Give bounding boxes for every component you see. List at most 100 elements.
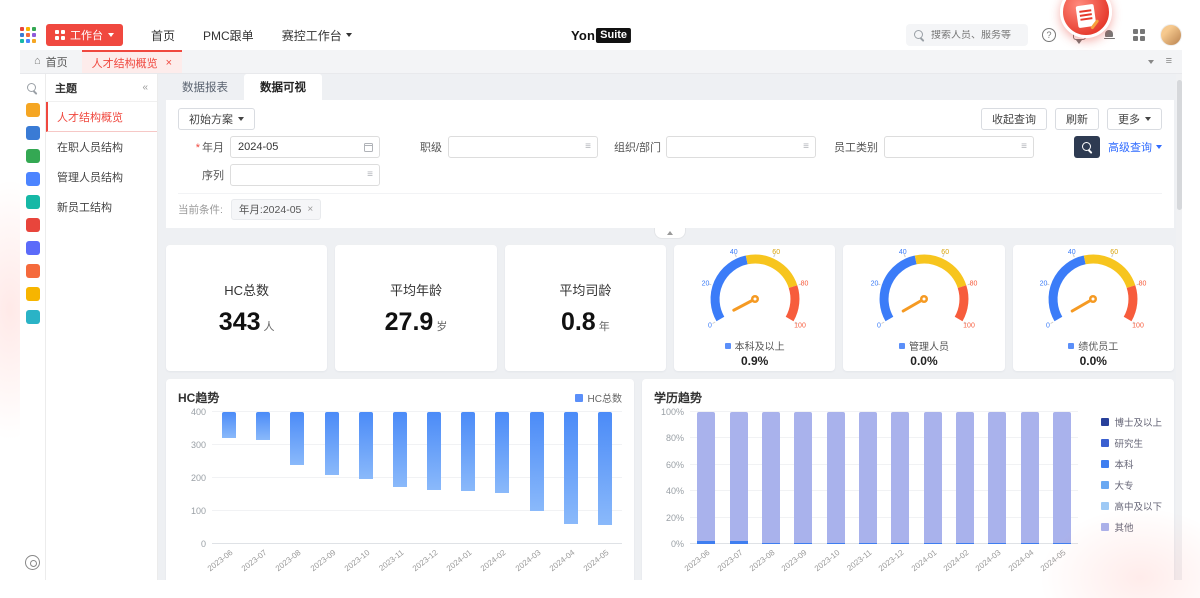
year-month-value: 2024-05: [238, 141, 279, 153]
nav-item[interactable]: PMC跟单: [203, 27, 254, 44]
sidebar-item[interactable]: 管理人员结构: [46, 162, 157, 192]
rail-app-icon-3[interactable]: [25, 149, 40, 163]
legend-item[interactable]: 本科: [1101, 457, 1162, 471]
scheme-button-label: 初始方案: [189, 114, 233, 126]
workspace-button-label: 工作台: [70, 30, 103, 42]
workspace-button[interactable]: 工作台: [46, 24, 123, 46]
refresh-button[interactable]: 刷新: [1055, 108, 1099, 130]
rank-select[interactable]: ≡: [448, 136, 598, 158]
legend-label: 博士及以上: [1114, 418, 1162, 429]
svg-text:100: 100: [1132, 323, 1144, 330]
scheme-button[interactable]: 初始方案: [178, 108, 255, 130]
rail-app-icon-6[interactable]: [25, 218, 40, 232]
rail-app-icon-10[interactable]: [25, 310, 40, 324]
logo-text-yon: Yon: [570, 27, 596, 43]
svg-text:40: 40: [899, 249, 907, 256]
education-bar-segment: [923, 543, 942, 544]
y-axis-tick: 100%: [660, 407, 684, 417]
legend-item[interactable]: 研究生: [1101, 436, 1162, 450]
list-icon: ≡: [367, 169, 373, 180]
content-tab[interactable]: 数据可视: [244, 74, 322, 100]
svg-text:20: 20: [1040, 280, 1048, 287]
tab-menu-icon[interactable]: ≡: [1166, 56, 1172, 67]
app-launcher-icon[interactable]: [20, 27, 36, 43]
hc-trend-legend[interactable]: HC总数: [574, 390, 622, 405]
workspace-grid-icon: [55, 30, 65, 40]
scrollbar-thumb[interactable]: [1176, 80, 1182, 210]
query-search-button[interactable]: [1074, 136, 1100, 158]
sequence-label: 序列: [202, 170, 224, 182]
apps-grid-icon: [1133, 29, 1145, 41]
gridline: [212, 510, 622, 511]
chevron-down-icon: [238, 117, 244, 121]
rail-app-icon-2[interactable]: [25, 126, 40, 140]
avatar[interactable]: [1160, 24, 1182, 46]
legend-item[interactable]: 博士及以上: [1101, 415, 1162, 429]
gauge-value: 0.0%: [1079, 354, 1107, 368]
education-bar-segment: [729, 540, 748, 544]
sidebar-items: 人才结构概览 在职人员结构 管理人员结构 新员工结构: [46, 102, 157, 222]
global-search-input[interactable]: [931, 29, 1020, 41]
global-search[interactable]: [906, 24, 1028, 46]
emp-type-select[interactable]: ≡: [884, 136, 1034, 158]
org-select[interactable]: ≡: [666, 136, 816, 158]
filter-year-month: 年月 2024-05: [178, 136, 396, 158]
education-trend-card: 学历趋势 0% 20% 40% 60% 80% 100% 2023-06 2023-07 202…: [642, 379, 1174, 580]
close-icon[interactable]: ×: [166, 57, 172, 69]
more-button[interactable]: 更多: [1107, 108, 1162, 130]
x-axis-tick: 2024-01: [909, 548, 939, 574]
stat-card: HC总数 343 人: [166, 245, 328, 371]
collapse-query-label: 收起查询: [992, 114, 1036, 126]
legend-label: HC总数: [587, 394, 622, 405]
stat-card: 平均司龄 0.8 年: [504, 245, 666, 371]
nav-item[interactable]: 首页: [151, 27, 175, 44]
nav-item-label: 首页: [151, 28, 176, 43]
toolbar-right: 收起查询 刷新 更多: [981, 108, 1162, 130]
x-axis-tick: 2024-03: [974, 548, 1003, 574]
stat-unit: 岁: [436, 320, 448, 333]
year-month-input[interactable]: 2024-05: [230, 136, 380, 158]
legend-item[interactable]: 大专: [1101, 478, 1162, 492]
help-button[interactable]: ?: [1040, 26, 1058, 44]
filter-sequence: 序列 ≡: [178, 164, 396, 186]
rail-search-icon[interactable]: [27, 83, 38, 94]
tab-collapse-icon[interactable]: [1147, 59, 1154, 64]
legend-item[interactable]: 高中及以下: [1101, 499, 1162, 513]
nav-item[interactable]: 赛控工作台: [282, 27, 352, 44]
advanced-query-link[interactable]: 高级查询: [1108, 139, 1162, 155]
sidebar-item[interactable]: 新员工结构: [46, 192, 157, 222]
rail-app-icon-8[interactable]: [25, 264, 40, 278]
rail-app-icon-5[interactable]: [25, 195, 40, 209]
condition-chip-label: 年月:2024-05: [238, 204, 302, 216]
sequence-select[interactable]: ≡: [230, 164, 380, 186]
x-axis-tick: 2023-08: [274, 548, 303, 574]
y-axis-tick: 200: [190, 473, 206, 483]
panel-collapse-button[interactable]: [654, 228, 686, 239]
legend-item[interactable]: 其他: [1101, 520, 1162, 534]
collapse-query-button[interactable]: 收起查询: [981, 108, 1047, 130]
gear-icon[interactable]: [25, 555, 40, 570]
gauge-value: 0.0%: [910, 354, 938, 368]
education-bar-segment: [697, 540, 716, 544]
sidebar-item[interactable]: 人才结构概览: [46, 102, 157, 132]
rail-app-icon-1[interactable]: [25, 103, 40, 117]
y-axis-tick: 400: [190, 407, 206, 417]
education-bar-segment: [1020, 543, 1039, 544]
rail-app-icon-7[interactable]: [25, 241, 40, 255]
legend-swatch: [1101, 460, 1110, 468]
education-bar-segment: [1020, 412, 1039, 544]
apps-button[interactable]: [1130, 26, 1148, 44]
rail-app-icon-4[interactable]: [25, 172, 40, 186]
svg-text:80: 80: [1139, 280, 1147, 287]
svg-text:20: 20: [701, 280, 709, 287]
y-axis-tick: 60%: [665, 459, 684, 470]
content-tab[interactable]: 数据报表: [166, 74, 244, 100]
svg-text:60: 60: [772, 249, 780, 256]
tab-home[interactable]: ⌂ 首页: [20, 50, 82, 73]
close-icon[interactable]: ×: [307, 204, 313, 215]
rail-app-icon-9[interactable]: [25, 287, 40, 301]
sidebar-item[interactable]: 在职人员结构: [46, 132, 157, 162]
sidebar-collapse-icon[interactable]: «: [142, 82, 148, 93]
tab-talent-structure[interactable]: 人才结构概览 ×: [81, 50, 183, 73]
condition-chip[interactable]: 年月:2024-05 ×: [230, 199, 322, 220]
